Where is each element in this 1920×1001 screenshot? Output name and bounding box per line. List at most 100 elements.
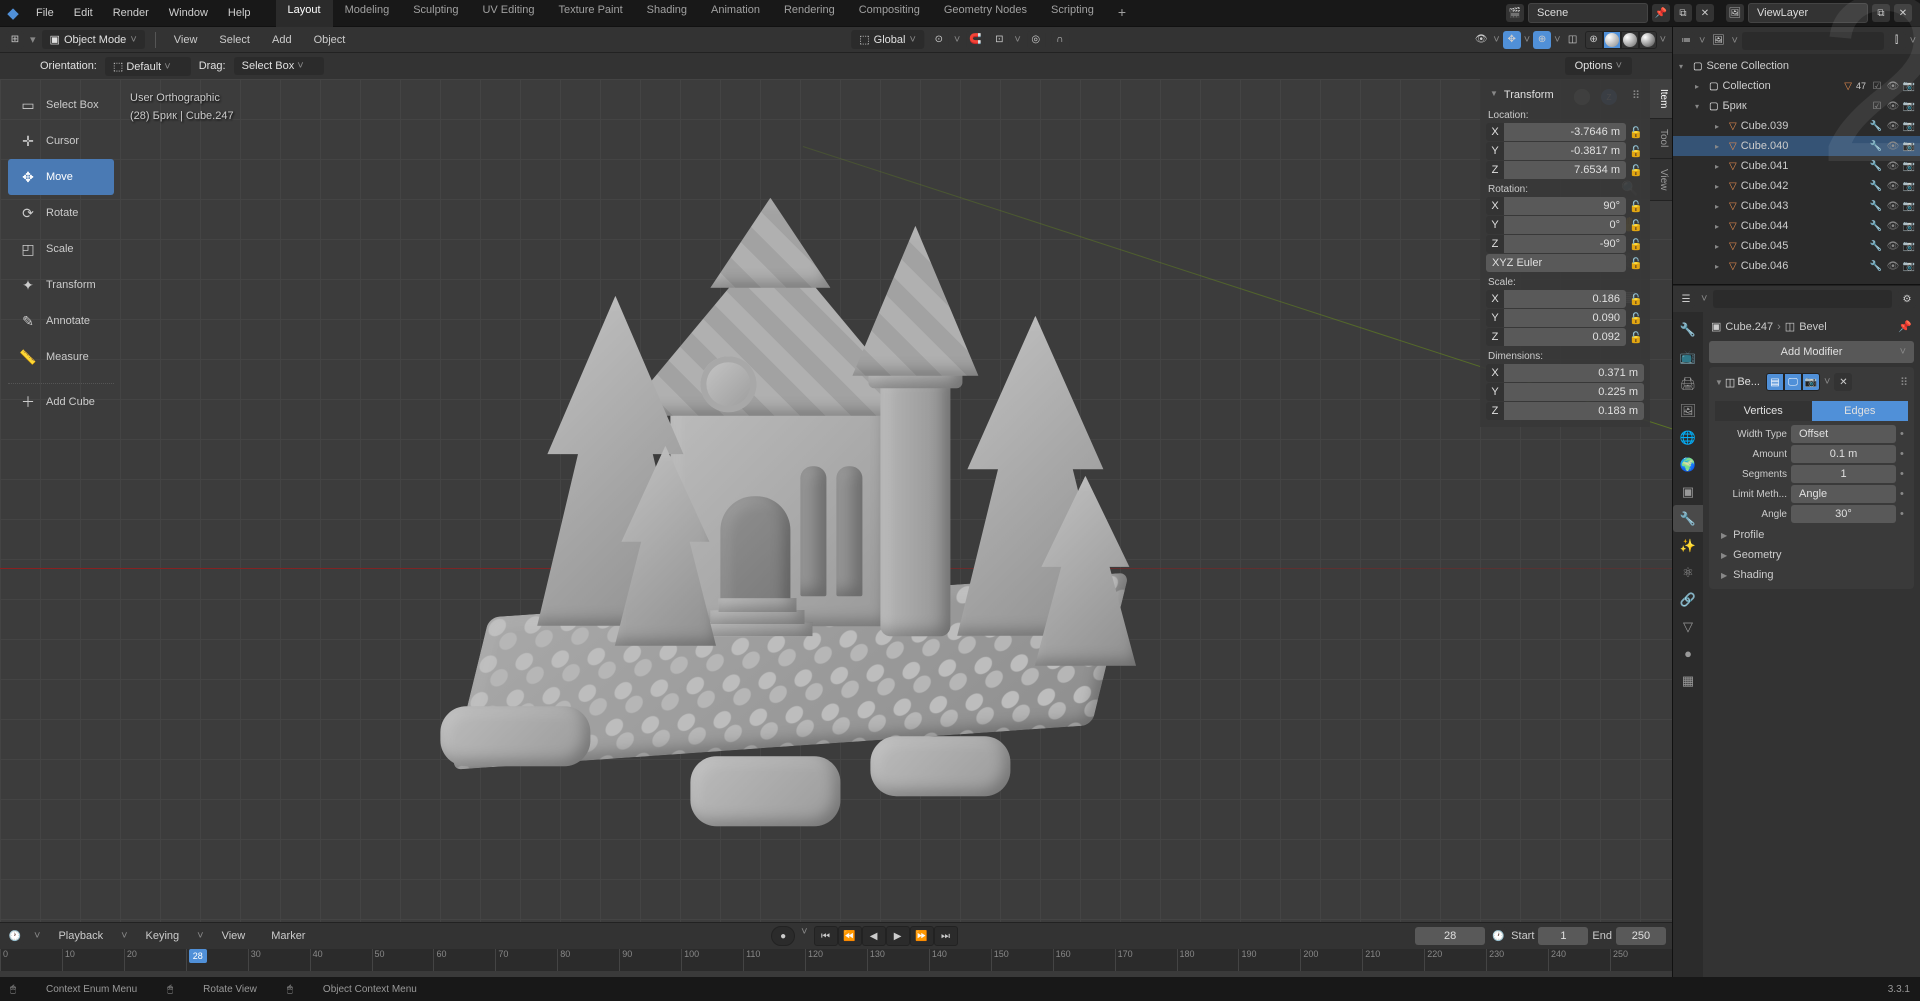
gizmo-toggle-icon[interactable]: ✥ (1503, 31, 1521, 49)
dim-y-field[interactable]: 0.225 m (1504, 383, 1644, 401)
limit-method-dropdown[interactable]: Angle (1791, 485, 1896, 503)
tab-shading[interactable]: Shading (635, 0, 699, 29)
proptab-render-icon[interactable]: 📺 (1673, 343, 1703, 370)
menu-file[interactable]: File (26, 1, 64, 25)
tool-scale[interactable]: ◰Scale (8, 231, 114, 267)
tree-object-row[interactable]: ▸▽Cube.040🔧👁📷 (1673, 136, 1920, 156)
drag-dropdown[interactable]: Select Box ˅ (234, 57, 324, 75)
disable-render-icon[interactable]: 📷 (1902, 221, 1916, 232)
crumb-modifier[interactable]: Bevel (1799, 321, 1827, 333)
options-icon[interactable]: ⚙ (1898, 290, 1916, 308)
tool-measure[interactable]: 📏Measure (8, 339, 114, 375)
editor-type-icon[interactable]: ⊞ (6, 31, 24, 49)
modifier-name-field[interactable]: Be... (1737, 376, 1760, 388)
tool-rotate[interactable]: ⟳Rotate (8, 195, 114, 231)
amount-field[interactable]: 0.1 m (1791, 445, 1896, 463)
start-frame-field[interactable]: 1 (1538, 927, 1588, 945)
disable-render-icon[interactable]: 📷 (1902, 81, 1916, 92)
angle-field[interactable]: 30° (1791, 505, 1896, 523)
disable-render-icon[interactable]: 📷 (1902, 261, 1916, 272)
add-workspace-button[interactable]: + (1106, 0, 1138, 29)
proptab-physics-icon[interactable]: ⚛ (1673, 559, 1703, 586)
proptab-constraints-icon[interactable]: 🔗 (1673, 586, 1703, 613)
crumb-object[interactable]: Cube.247 (1725, 321, 1773, 333)
autokey-icon[interactable]: ● (771, 926, 795, 946)
current-frame-marker[interactable]: 28 (189, 949, 207, 963)
proptab-viewlayer-icon[interactable]: 🖼 (1673, 397, 1703, 424)
outliner-editor-type-icon[interactable]: ≔ (1677, 32, 1695, 50)
tl-menu-marker[interactable]: Marker (263, 926, 313, 946)
n-tab-tool[interactable]: Tool (1650, 119, 1672, 158)
options-dropdown[interactable]: Options ˅ (1565, 57, 1632, 75)
anim-dot-icon[interactable]: • (1900, 508, 1908, 520)
rot-x-field[interactable]: 90° (1504, 197, 1626, 215)
tl-menu-view[interactable]: View (214, 926, 254, 946)
pin-icon[interactable]: 📌 (1652, 4, 1670, 22)
current-frame-field[interactable]: 28 (1415, 927, 1485, 945)
exclude-checkbox[interactable]: ☑ (1870, 101, 1884, 112)
xray-toggle-icon[interactable]: ◫ (1564, 31, 1582, 49)
proptab-modifiers-icon[interactable]: 🔧 (1673, 505, 1703, 532)
play-icon[interactable]: ▶ (886, 926, 910, 946)
disable-render-icon[interactable]: 📷 (1902, 161, 1916, 172)
anim-dot-icon[interactable]: • (1900, 488, 1908, 500)
tl-menu-keying[interactable]: Keying (138, 926, 188, 946)
rotation-mode-dropdown[interactable]: XYZ Euler (1486, 254, 1626, 272)
shading-rendered-icon[interactable] (1639, 31, 1657, 49)
visibility-icon[interactable]: 👁 (1886, 221, 1900, 232)
panel-collapse-icon[interactable]: ▼ (1490, 89, 1498, 102)
disable-render-icon[interactable]: 📷 (1902, 181, 1916, 192)
menu-help[interactable]: Help (218, 1, 261, 25)
snap-toggle-icon[interactable]: 🧲 (966, 31, 984, 49)
copy-viewlayer-icon[interactable]: ⧉ (1872, 4, 1890, 22)
disable-render-icon[interactable]: 📷 (1902, 121, 1916, 132)
proportional-toggle-icon[interactable]: ◎ (1027, 31, 1045, 49)
proptab-object-icon[interactable]: ▣ (1673, 478, 1703, 505)
lock-icon[interactable]: 🔓 (1628, 126, 1644, 139)
tab-animation[interactable]: Animation (699, 0, 772, 29)
overlay-toggle-icon[interactable]: ⊕ (1533, 31, 1551, 49)
proportional-type-icon[interactable]: ∩ (1051, 31, 1069, 49)
copy-scene-icon[interactable]: ⧉ (1674, 4, 1692, 22)
jump-next-key-icon[interactable]: ⏩ (910, 926, 934, 946)
menu-render[interactable]: Render (103, 1, 159, 25)
lock-icon[interactable]: 🔓 (1628, 219, 1644, 232)
visibility-icon[interactable]: 👁 (1472, 31, 1490, 49)
anim-dot-icon[interactable]: • (1900, 448, 1908, 460)
tree-object-row[interactable]: ▸▽Cube.043🔧👁📷 (1673, 196, 1920, 216)
viewlayer-browse-icon[interactable]: 🖼 (1726, 4, 1744, 22)
tree-collection[interactable]: ▸▢ Collection ▽ 47 ☑👁📷 (1673, 76, 1920, 96)
preview-range-icon[interactable]: 🕐 (1489, 927, 1507, 945)
visibility-icon[interactable]: 👁 (1886, 81, 1900, 92)
proptab-output-icon[interactable]: 🖨 (1673, 370, 1703, 397)
properties-editor-type-icon[interactable]: ☰ (1677, 290, 1695, 308)
vp-menu-select[interactable]: Select (211, 30, 258, 50)
visibility-icon[interactable]: 👁 (1886, 101, 1900, 112)
tree-object-row[interactable]: ▸▽Cube.039🔧👁📷 (1673, 116, 1920, 136)
rot-y-field[interactable]: 0° (1504, 216, 1626, 234)
anim-dot-icon[interactable]: • (1900, 428, 1908, 440)
tool-select-box[interactable]: ▭Select Box (8, 87, 114, 123)
mod-realtime-icon[interactable]: 🖵 (1784, 373, 1802, 391)
vp-menu-object[interactable]: Object (306, 30, 354, 50)
subpanel-geometry[interactable]: ▶Geometry (1715, 545, 1908, 565)
proptab-particles-icon[interactable]: ✨ (1673, 532, 1703, 559)
loc-z-field[interactable]: 7.6534 m (1504, 161, 1626, 179)
visibility-icon[interactable]: 👁 (1886, 161, 1900, 172)
add-modifier-button[interactable]: Add Modifier ˅ (1709, 341, 1914, 363)
lock-icon[interactable]: 🔓 (1628, 331, 1644, 344)
exclude-checkbox[interactable]: ☑ (1870, 81, 1884, 92)
filter-icon[interactable]: ⫿ (1888, 32, 1906, 50)
lock-icon[interactable]: 🔓 (1628, 312, 1644, 325)
proptab-scene-icon[interactable]: 🌐 (1673, 424, 1703, 451)
tab-geometry-nodes[interactable]: Geometry Nodes (932, 0, 1039, 29)
vp-menu-view[interactable]: View (166, 30, 206, 50)
proptab-data-icon[interactable]: ▽ (1673, 613, 1703, 640)
lock-icon[interactable]: 🔓 (1628, 293, 1644, 306)
n-tab-item[interactable]: Item (1650, 79, 1672, 119)
shading-matpreview-icon[interactable] (1621, 31, 1639, 49)
segments-field[interactable]: 1 (1791, 465, 1896, 483)
rot-z-field[interactable]: -90° (1504, 235, 1626, 253)
visibility-icon[interactable]: 👁 (1886, 141, 1900, 152)
tool-add-cube[interactable]: ＋Add Cube (8, 384, 114, 420)
